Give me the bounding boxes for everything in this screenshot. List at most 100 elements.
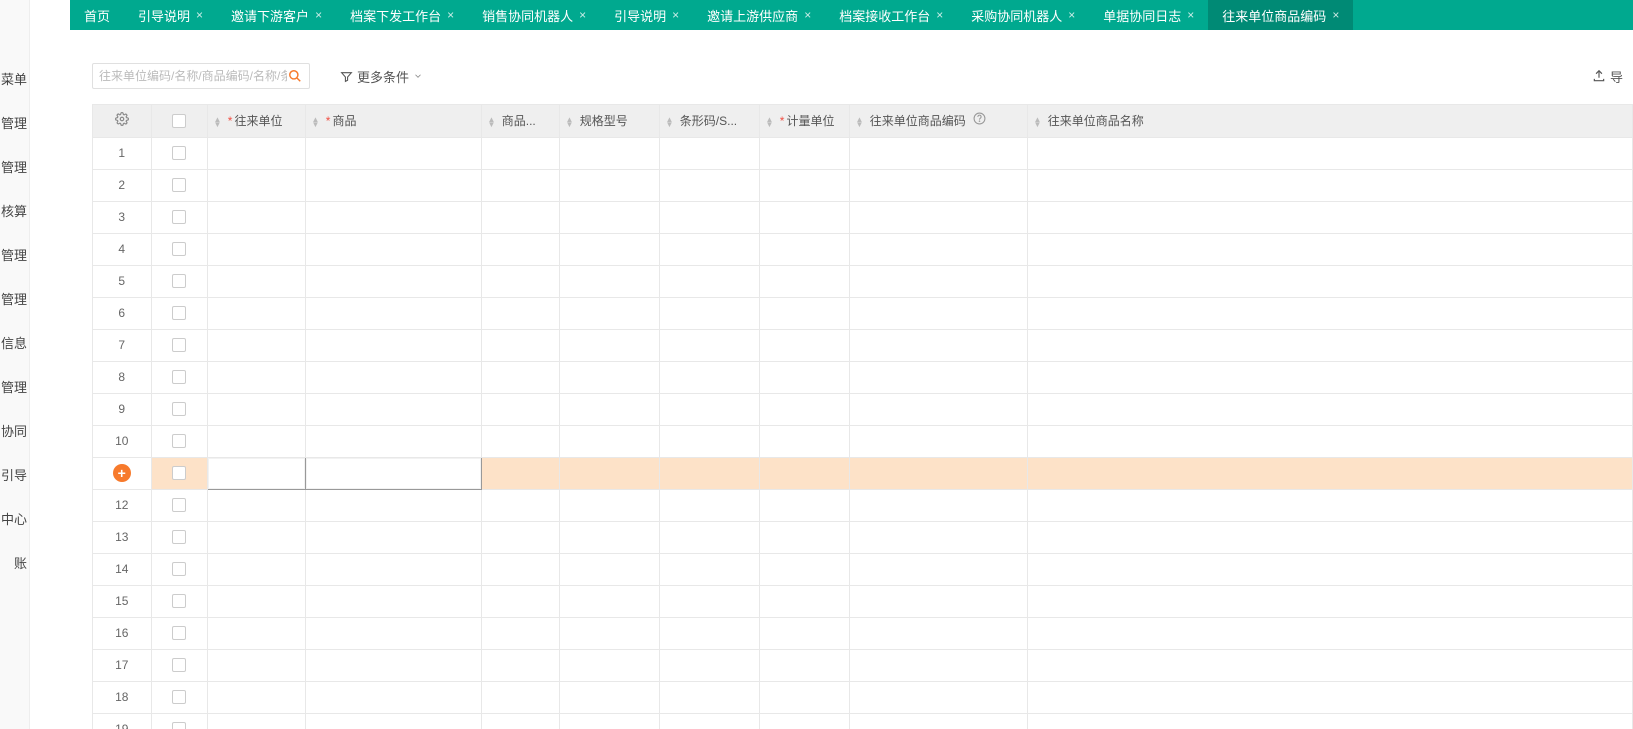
cell[interactable] [305, 329, 481, 361]
cell[interactable] [1027, 553, 1633, 585]
cell[interactable] [849, 489, 1027, 521]
cell[interactable] [559, 265, 659, 297]
cell[interactable] [659, 169, 759, 201]
add-row-icon[interactable]: + [113, 464, 131, 482]
cell[interactable] [305, 585, 481, 617]
cell[interactable] [305, 361, 481, 393]
tab[interactable]: 往来单位商品编码× [1208, 0, 1353, 30]
cell[interactable] [659, 425, 759, 457]
row-checkbox[interactable] [172, 658, 186, 672]
cell[interactable] [849, 649, 1027, 681]
cell[interactable] [305, 713, 481, 729]
cell[interactable] [659, 681, 759, 713]
cell[interactable] [481, 521, 559, 553]
cell[interactable] [559, 137, 659, 169]
cell[interactable] [207, 649, 305, 681]
cell[interactable] [481, 169, 559, 201]
col-checkbox-header[interactable] [151, 105, 207, 137]
table-row[interactable]: 13 [93, 521, 1633, 553]
cell[interactable] [659, 457, 759, 489]
tab[interactable]: 销售协同机器人× [468, 0, 600, 30]
cell[interactable] [849, 169, 1027, 201]
cell[interactable] [207, 137, 305, 169]
cell[interactable] [481, 265, 559, 297]
tab[interactable]: 档案下发工作台× [336, 0, 468, 30]
table-row[interactable]: 2 [93, 169, 1633, 201]
cell[interactable] [759, 585, 849, 617]
tab[interactable]: 邀请下游客户× [217, 0, 336, 30]
row-checkbox[interactable] [172, 594, 186, 608]
col-partner[interactable]: ▲▼ *往来单位 [207, 105, 305, 137]
cell[interactable] [207, 713, 305, 729]
cell[interactable] [1027, 201, 1633, 233]
cell[interactable] [849, 617, 1027, 649]
cell[interactable] [207, 553, 305, 585]
sidebar-item[interactable]: 引导 [0, 454, 29, 498]
close-icon[interactable]: × [804, 8, 811, 22]
close-icon[interactable]: × [672, 8, 679, 22]
cell[interactable] [559, 201, 659, 233]
cell[interactable] [481, 681, 559, 713]
cell[interactable] [659, 553, 759, 585]
cell[interactable] [207, 521, 305, 553]
cell[interactable] [559, 617, 659, 649]
cell[interactable] [207, 201, 305, 233]
tab[interactable]: 采购协同机器人× [957, 0, 1089, 30]
help-icon[interactable] [973, 112, 986, 125]
close-icon[interactable]: × [447, 8, 454, 22]
cell[interactable] [481, 361, 559, 393]
table-row[interactable]: 15 [93, 585, 1633, 617]
table-row[interactable]: 18 [93, 681, 1633, 713]
sidebar-item[interactable]: 信息 [0, 322, 29, 366]
row-checkbox[interactable] [172, 402, 186, 416]
cell[interactable] [207, 457, 305, 489]
cell[interactable] [481, 649, 559, 681]
col-partner-code[interactable]: ▲▼ 往来单位商品编码 [849, 105, 1027, 137]
cell[interactable] [481, 329, 559, 361]
tab[interactable]: 引导说明× [600, 0, 693, 30]
cell[interactable] [659, 329, 759, 361]
table-row[interactable]: 4 [93, 233, 1633, 265]
table-row[interactable]: 19 [93, 713, 1633, 729]
tab[interactable]: 首页 [70, 0, 124, 30]
row-checkbox[interactable] [172, 306, 186, 320]
cell[interactable] [1027, 265, 1633, 297]
tab[interactable]: 档案接收工作台× [825, 0, 957, 30]
cell[interactable] [207, 393, 305, 425]
cell[interactable] [659, 649, 759, 681]
cell[interactable] [1027, 137, 1633, 169]
cell[interactable] [849, 585, 1027, 617]
col-partner-name[interactable]: ▲▼ 往来单位商品名称 [1027, 105, 1633, 137]
cell[interactable] [849, 457, 1027, 489]
col-product[interactable]: ▲▼ *商品 [305, 105, 481, 137]
cell[interactable] [305, 489, 481, 521]
cell[interactable] [1027, 457, 1633, 489]
cell[interactable] [559, 649, 659, 681]
sidebar-item[interactable]: 账 [0, 542, 29, 586]
cell[interactable] [1027, 521, 1633, 553]
cell[interactable] [1027, 649, 1633, 681]
row-checkbox[interactable] [172, 338, 186, 352]
sidebar-item[interactable]: 管理 [0, 102, 29, 146]
table-row[interactable]: 3 [93, 201, 1633, 233]
cell[interactable] [659, 393, 759, 425]
cell[interactable] [1027, 489, 1633, 521]
cell[interactable] [759, 201, 849, 233]
cell[interactable] [759, 681, 849, 713]
close-icon[interactable]: × [1187, 8, 1194, 22]
cell[interactable] [1027, 361, 1633, 393]
cell[interactable] [759, 713, 849, 729]
table-row[interactable]: 1 [93, 137, 1633, 169]
cell[interactable] [305, 425, 481, 457]
cell[interactable] [1027, 233, 1633, 265]
cell[interactable] [559, 297, 659, 329]
close-icon[interactable]: × [1332, 8, 1339, 22]
cell[interactable] [207, 297, 305, 329]
cell[interactable] [305, 201, 481, 233]
cell[interactable] [1027, 169, 1633, 201]
cell[interactable] [305, 265, 481, 297]
table-row[interactable]: 14 [93, 553, 1633, 585]
cell[interactable] [1027, 425, 1633, 457]
cell[interactable] [659, 201, 759, 233]
cell[interactable] [659, 585, 759, 617]
